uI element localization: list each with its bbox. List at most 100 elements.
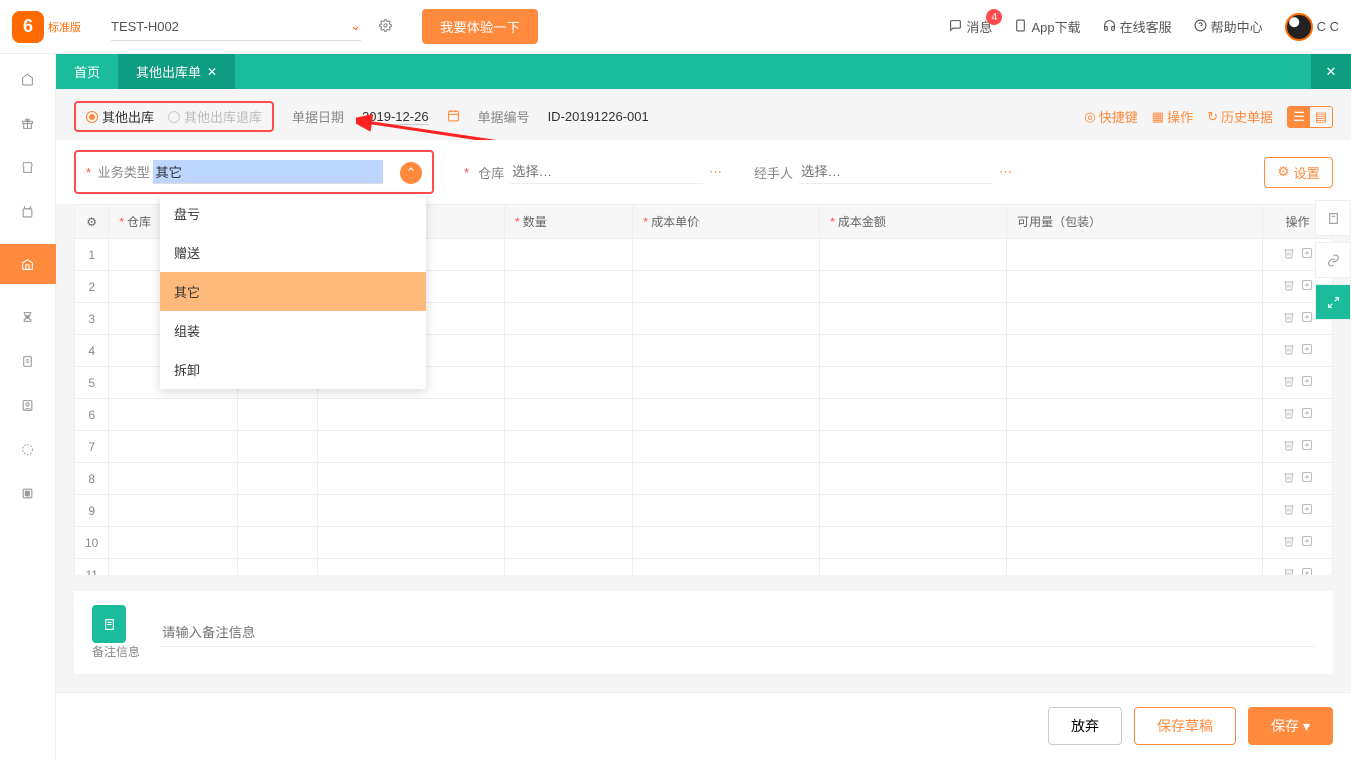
- save-button[interactable]: 保存 ▾: [1248, 707, 1333, 745]
- view-grid-icon[interactable]: ▤: [1310, 107, 1332, 127]
- discard-button[interactable]: 放弃: [1048, 707, 1122, 745]
- close-icon[interactable]: ✕: [207, 65, 217, 79]
- table-row[interactable]: 9: [75, 495, 1333, 527]
- gear-icon[interactable]: [379, 19, 392, 35]
- delete-icon[interactable]: [1283, 279, 1295, 294]
- table-row[interactable]: 8: [75, 463, 1333, 495]
- delete-icon[interactable]: [1283, 503, 1295, 518]
- warehouse-field: * 仓库 ⋯: [464, 160, 724, 184]
- sidebar-store-icon[interactable]: [17, 156, 39, 178]
- add-row-icon[interactable]: [1301, 567, 1313, 575]
- delete-icon[interactable]: [1283, 311, 1295, 326]
- view-list-icon[interactable]: ☰: [1288, 107, 1310, 127]
- handler-input[interactable]: [799, 160, 993, 184]
- delete-icon[interactable]: [1283, 567, 1295, 575]
- dd-item-zuzhuang[interactable]: 组装: [160, 311, 426, 350]
- add-row-icon[interactable]: [1301, 279, 1313, 294]
- row-ops: [1263, 335, 1333, 367]
- dd-item-qita[interactable]: 其它: [160, 272, 426, 311]
- table-row[interactable]: 7: [75, 431, 1333, 463]
- add-row-icon[interactable]: [1301, 535, 1313, 550]
- sidebar-home-icon[interactable]: [17, 68, 39, 90]
- chevron-up-icon[interactable]: ⌃: [400, 162, 422, 184]
- more-icon[interactable]: ⋯: [999, 164, 1014, 180]
- col-gear[interactable]: ⚙: [75, 205, 109, 239]
- delete-icon[interactable]: [1283, 343, 1295, 358]
- rail-expand-icon[interactable]: [1315, 284, 1351, 320]
- sidebar-warehouse-icon[interactable]: [0, 244, 56, 284]
- close-all-tabs[interactable]: ✕: [1311, 54, 1351, 89]
- sidebar-loading-icon[interactable]: [17, 438, 39, 460]
- more-icon[interactable]: ⋯: [709, 164, 724, 180]
- dd-item-panku[interactable]: 盘亏: [160, 194, 426, 233]
- warehouse-label: 仓库: [478, 163, 504, 182]
- radio-outbound[interactable]: 其他出库: [86, 107, 154, 126]
- rail-link-icon[interactable]: [1315, 242, 1351, 278]
- delete-icon[interactable]: [1283, 471, 1295, 486]
- shortcut-link[interactable]: ◎快捷键: [1084, 107, 1137, 126]
- help-link[interactable]: 帮助中心: [1194, 17, 1263, 36]
- svg-text:新: 新: [25, 490, 30, 497]
- add-row-icon[interactable]: [1301, 471, 1313, 486]
- sidebar-clipboard-icon[interactable]: [17, 350, 39, 372]
- sidebar-bag-icon[interactable]: [17, 200, 39, 222]
- add-row-icon[interactable]: [1301, 311, 1313, 326]
- user-name: C C: [1317, 19, 1339, 34]
- delete-icon[interactable]: [1283, 375, 1295, 390]
- footer-buttons: 放弃 保存草稿 保存 ▾: [56, 692, 1351, 759]
- add-row-icon[interactable]: [1301, 503, 1313, 518]
- delete-icon[interactable]: [1283, 439, 1295, 454]
- messages-link[interactable]: 消息 4: [949, 17, 992, 36]
- dd-item-chaichai[interactable]: 拆卸: [160, 350, 426, 389]
- shortcut-label: 快捷键: [1099, 107, 1138, 126]
- col-amount: *成本金额: [820, 205, 1007, 239]
- save-draft-button[interactable]: 保存草稿: [1134, 707, 1236, 745]
- remark-input[interactable]: [160, 619, 1315, 647]
- delete-icon[interactable]: [1283, 247, 1295, 262]
- settings-label: 设置: [1293, 163, 1320, 182]
- help-icon: [1194, 19, 1207, 35]
- delete-icon[interactable]: [1283, 535, 1295, 550]
- settings-button[interactable]: ⚙ 设置: [1264, 157, 1333, 188]
- tab-home-label: 首页: [74, 62, 100, 81]
- radio-return[interactable]: 其他出库退库: [168, 107, 262, 126]
- try-button[interactable]: 我要体验一下: [422, 9, 538, 44]
- table-row[interactable]: 6: [75, 399, 1333, 431]
- note-icon: [92, 605, 126, 643]
- add-row-icon[interactable]: [1301, 247, 1313, 262]
- app-download-label: App下载: [1031, 17, 1080, 36]
- delete-icon[interactable]: [1283, 407, 1295, 422]
- warehouse-input[interactable]: [510, 160, 703, 184]
- tab-current[interactable]: 其他出库单 ✕: [118, 54, 235, 89]
- add-row-icon[interactable]: [1301, 375, 1313, 390]
- calendar-icon[interactable]: [447, 109, 460, 125]
- table-row[interactable]: 10: [75, 527, 1333, 559]
- app-download-link[interactable]: App下载: [1014, 17, 1080, 36]
- sidebar-money-icon[interactable]: ¥: [17, 306, 39, 328]
- add-row-icon[interactable]: [1301, 439, 1313, 454]
- table-row[interactable]: 11: [75, 559, 1333, 575]
- chevron-down-icon: ⌄: [350, 18, 361, 34]
- doc-date-label: 单据日期: [292, 107, 344, 126]
- rail-note-icon[interactable]: [1315, 200, 1351, 236]
- sidebar-gift-icon[interactable]: [17, 112, 39, 134]
- add-row-icon[interactable]: [1301, 407, 1313, 422]
- radio-return-label: 其他出库退库: [184, 107, 262, 126]
- sidebar-new-icon[interactable]: 新: [17, 482, 39, 504]
- row-index: 10: [75, 527, 109, 559]
- sidebar-contact-icon[interactable]: [17, 394, 39, 416]
- tab-home[interactable]: 首页: [56, 54, 118, 89]
- add-row-icon[interactable]: [1301, 343, 1313, 358]
- biz-type-input[interactable]: [153, 160, 383, 184]
- org-selector[interactable]: TEST-H002 ⌄: [111, 12, 361, 41]
- dd-item-zengsong[interactable]: 赠送: [160, 233, 426, 272]
- history-link[interactable]: ↻历史单据: [1207, 107, 1273, 126]
- row-index: 6: [75, 399, 109, 431]
- ops-link[interactable]: ▦操作: [1152, 107, 1193, 126]
- row-index: 1: [75, 239, 109, 271]
- support-link[interactable]: 在线客服: [1103, 17, 1172, 36]
- doc-date-value[interactable]: 2019-12-26: [362, 109, 429, 125]
- row-ops: [1263, 463, 1333, 495]
- chevron-down-icon: ▾: [1303, 718, 1310, 735]
- user-menu[interactable]: C C: [1285, 13, 1339, 41]
